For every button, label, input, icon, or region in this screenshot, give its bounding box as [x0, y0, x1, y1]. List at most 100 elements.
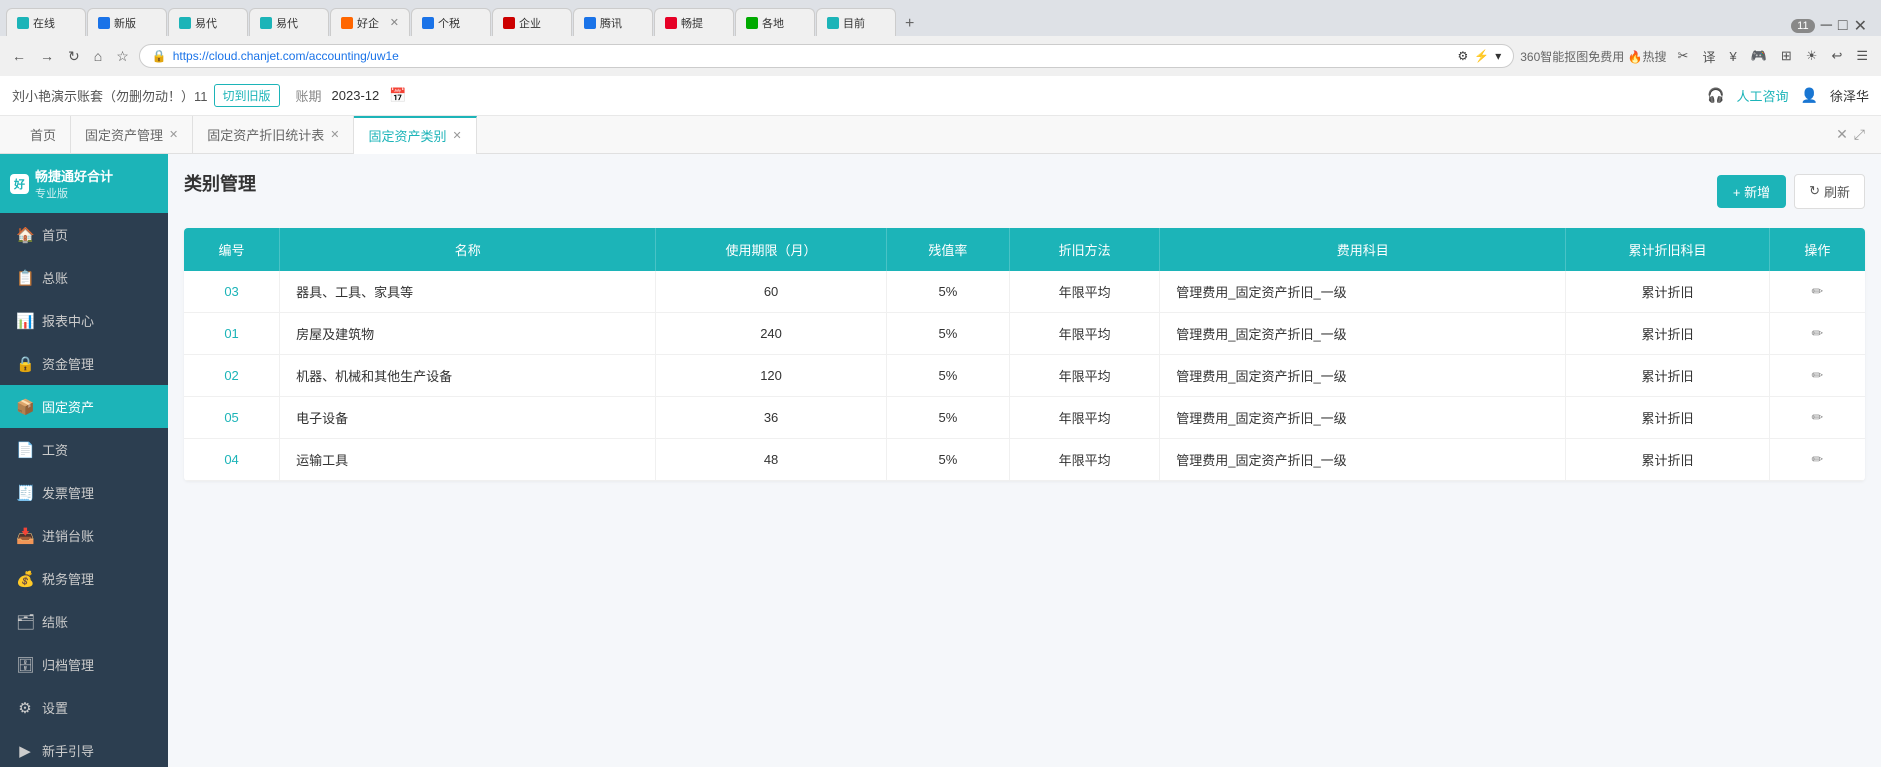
sidebar-item-archive[interactable]: 🗄 归档管理	[0, 643, 168, 686]
sidebar-item-label: 进销台账	[42, 526, 94, 545]
expand-icon[interactable]: ⚡	[1474, 49, 1489, 63]
browser-tab-tab7[interactable]: 企业	[492, 8, 572, 36]
sidebar-item-home[interactable]: 🏠 首页	[0, 213, 168, 256]
sidebar-item-fixed-assets[interactable]: 📦 固定资产	[0, 385, 168, 428]
tab-label: 各地	[762, 15, 784, 31]
browser-tab-tab11[interactable]: 目前	[816, 8, 896, 36]
row-accumulated: 累计折旧	[1566, 355, 1770, 397]
account-name: 刘小艳演示账套（勿删勿动！）11	[12, 86, 208, 105]
sidebar-item-reports[interactable]: 📊 报表中心	[0, 299, 168, 342]
url-text: https://cloud.chanjet.com/accounting/uw1…	[173, 49, 1452, 63]
tab-favicon	[584, 17, 596, 29]
tab-expand-icon[interactable]: ⤢	[1854, 126, 1865, 143]
sidebar-item-guide[interactable]: ▶ 新手引导	[0, 729, 168, 767]
undo-icon[interactable]: ↩	[1826, 45, 1847, 67]
browser-tab-tab2[interactable]: 新版	[87, 8, 167, 36]
table-header-cell: 操作	[1769, 228, 1865, 271]
page-tab-label: 固定资产类别	[368, 126, 446, 145]
browser-tab-tab9[interactable]: 畅提	[654, 8, 734, 36]
page-tab-fixed-assets-category[interactable]: 固定资产类别 ✕	[354, 116, 476, 154]
sidebar-item-invoice[interactable]: 🧾 发票管理	[0, 471, 168, 514]
row-code[interactable]: 02	[184, 355, 280, 397]
sidebar-item-label: 新手引导	[42, 741, 94, 760]
browser-toolbar-icons: ✂ 译 ¥ 🎮 ⊞ ☀ ↩ ☰	[1673, 44, 1873, 69]
sidebar-item-funds[interactable]: 🔒 资金管理	[0, 342, 168, 385]
new-tab-button[interactable]: +	[897, 12, 922, 36]
page-tab-depreciation-table[interactable]: 固定资产折旧统计表 ✕	[193, 116, 354, 154]
row-name: 房屋及建筑物	[280, 313, 656, 355]
reload-button[interactable]: ↻	[64, 44, 84, 69]
browser-tab-tab8[interactable]: 腾讯	[573, 8, 653, 36]
bookmark-button[interactable]: ☆	[112, 44, 133, 69]
page-tab-fixed-assets-mgmt[interactable]: 固定资产管理 ✕	[71, 116, 193, 154]
tab-label: 目前	[843, 15, 865, 31]
switch-version-button[interactable]: 切到旧版	[214, 84, 280, 107]
sidebar-item-label: 工资	[42, 440, 68, 459]
home-button[interactable]: ⌂	[90, 44, 106, 68]
row-actions: ✏	[1769, 355, 1865, 397]
menu-icon[interactable]: ☰	[1851, 45, 1873, 67]
table-row: 04 运输工具 48 5% 年限平均 管理费用_固定资产折旧_一级 累计折旧 ✏	[184, 439, 1865, 481]
sidebar-item-salary[interactable]: 📄 工资	[0, 428, 168, 471]
edit-icon[interactable]: ✏	[1812, 325, 1824, 341]
logo-text: 畅捷通好合计	[35, 166, 113, 185]
row-code[interactable]: 04	[184, 439, 280, 481]
page-tab-home[interactable]: 首页	[16, 116, 71, 154]
tab-favicon	[341, 17, 353, 29]
row-residual: 5%	[886, 313, 1009, 355]
theme-icon[interactable]: ☀	[1801, 45, 1823, 67]
browser-tab-tab6[interactable]: 个税	[411, 8, 491, 36]
page-tab-close-icon[interactable]: ✕	[453, 129, 462, 142]
browser-tab-tab4[interactable]: 易代	[249, 8, 329, 36]
edit-icon[interactable]: ✏	[1812, 283, 1824, 299]
forward-button[interactable]: →	[36, 44, 58, 68]
edit-icon[interactable]: ✏	[1812, 409, 1824, 425]
add-button[interactable]: + 新增	[1717, 175, 1786, 208]
row-code[interactable]: 03	[184, 271, 280, 313]
row-residual: 5%	[886, 397, 1009, 439]
tab-favicon	[422, 17, 434, 29]
row-method: 年限平均	[1010, 313, 1160, 355]
currency-icon[interactable]: ¥	[1724, 46, 1741, 67]
consult-label[interactable]: 人工咨询	[1737, 86, 1789, 105]
translate-icon[interactable]: 译	[1697, 44, 1720, 69]
tab-favicon	[503, 17, 515, 29]
window-close-btn[interactable]: ✕	[1854, 16, 1867, 36]
calendar-icon[interactable]: 📅	[389, 87, 406, 104]
row-method: 年限平均	[1010, 271, 1160, 313]
row-name: 电子设备	[280, 397, 656, 439]
browser-tab-tab10[interactable]: 各地	[735, 8, 815, 36]
page-tab-close-icon[interactable]: ✕	[169, 128, 178, 141]
tab-favicon	[746, 17, 758, 29]
table-header-cell: 残值率	[886, 228, 1009, 271]
tab-close-icon[interactable]: ✕	[390, 16, 399, 29]
refresh-label: 刷新	[1824, 182, 1850, 201]
sidebar-item-closing[interactable]: 🗂 结账	[0, 600, 168, 643]
refresh-button[interactable]: ↻ 刷新	[1794, 174, 1865, 209]
cut-icon[interactable]: ✂	[1673, 45, 1694, 67]
browser-tab-tab3[interactable]: 易代	[168, 8, 248, 36]
browser-tab-tab5[interactable]: 好企 ✕	[330, 8, 410, 36]
site-settings-icon[interactable]: ⚙	[1457, 49, 1468, 63]
tab-close-all-icon[interactable]: ✕	[1836, 126, 1848, 143]
game-icon[interactable]: 🎮	[1746, 45, 1772, 67]
window-minimize-btn[interactable]: ─	[1821, 17, 1832, 35]
row-code[interactable]: 05	[184, 397, 280, 439]
sidebar-item-purchase-sales[interactable]: 📥 进销台账	[0, 514, 168, 557]
url-input-area[interactable]: 🔒 https://cloud.chanjet.com/accounting/u…	[139, 44, 1514, 68]
sidebar-item-tax[interactable]: 💰 税务管理	[0, 557, 168, 600]
edit-icon[interactable]: ✏	[1812, 367, 1824, 383]
table-row: 05 电子设备 36 5% 年限平均 管理费用_固定资产折旧_一级 累计折旧 ✏	[184, 397, 1865, 439]
dropdown-icon[interactable]: ▾	[1495, 49, 1501, 63]
page-tab-label: 首页	[30, 125, 56, 144]
edit-icon[interactable]: ✏	[1812, 451, 1824, 467]
browser-tab-tab1[interactable]: 在线	[6, 8, 86, 36]
window-maximize-btn[interactable]: □	[1838, 17, 1848, 35]
grid-icon[interactable]: ⊞	[1776, 45, 1797, 67]
row-code[interactable]: 01	[184, 313, 280, 355]
table-header-cell: 使用期限（月）	[656, 228, 886, 271]
page-tab-close-icon[interactable]: ✕	[330, 128, 339, 141]
sidebar-item-ledger[interactable]: 📋 总账	[0, 256, 168, 299]
back-button[interactable]: ←	[8, 44, 30, 68]
sidebar-item-settings[interactable]: ⚙ 设置	[0, 686, 168, 729]
